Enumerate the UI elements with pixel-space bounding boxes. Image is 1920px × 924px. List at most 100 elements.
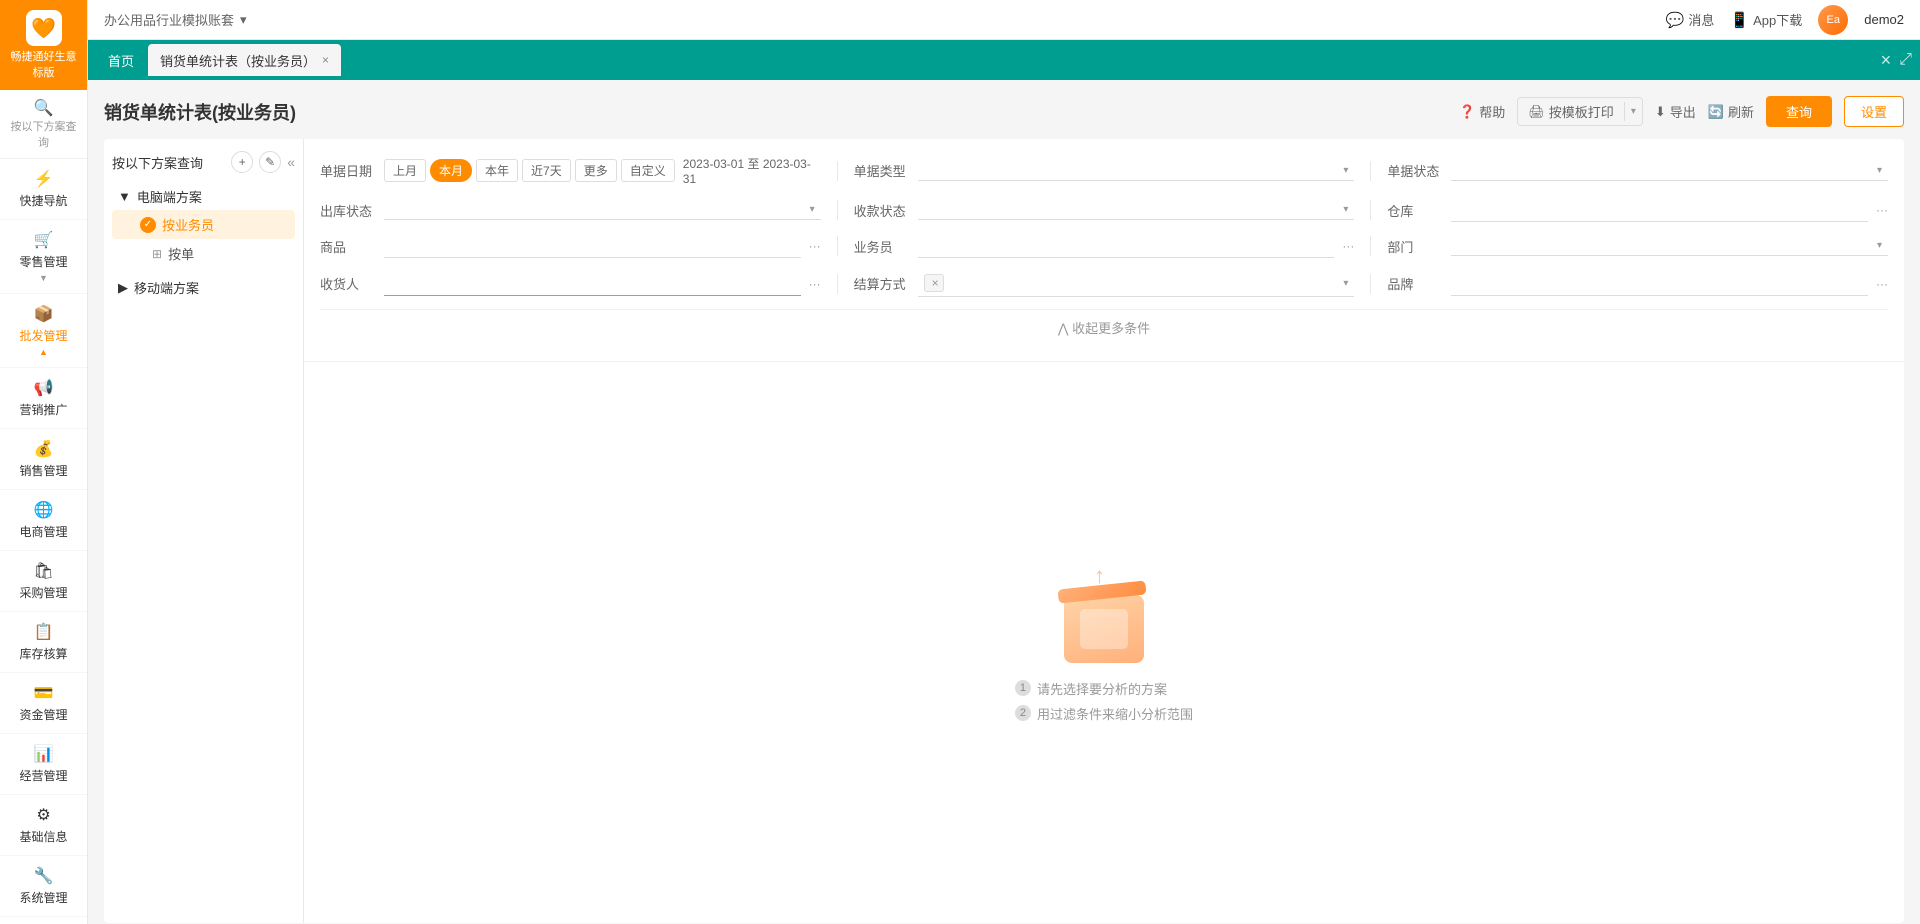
consignee-more-icon[interactable]: ··· — [809, 277, 821, 291]
group-mobile-label: 移动端方案 — [134, 278, 199, 297]
sidebar-item-enterprise[interactable]: 🤝 企业协同 — [0, 917, 87, 924]
tab-close-all-button[interactable]: × — [1881, 50, 1892, 71]
sales-label: 销售管理 — [19, 462, 67, 479]
out-status-select[interactable]: ▾ — [384, 200, 821, 220]
operations-label: 经营管理 — [19, 767, 67, 784]
print-icon: 🖨 — [1528, 104, 1545, 120]
tip-item-1: 1 请先选择要分析的方案 — [1015, 679, 1193, 698]
tab-close-icon[interactable]: × — [322, 53, 329, 67]
group-arrow-collapsed-icon: ▶ — [118, 280, 128, 296]
query-button[interactable]: 查询 — [1766, 96, 1832, 127]
export-button[interactable]: ⬇ 导出 — [1655, 102, 1696, 121]
print-dropdown[interactable]: 🖨 按模板打印 ▾ — [1517, 97, 1643, 126]
consignee-input[interactable] — [384, 272, 801, 296]
department-select[interactable]: ▾ — [1451, 236, 1888, 256]
refresh-button[interactable]: 🔄 刷新 — [1708, 102, 1754, 121]
sidebar-item-purchase[interactable]: 🛍 采购管理 — [0, 551, 87, 612]
wholesale-icon: 📦 — [34, 304, 54, 324]
filter-warehouse: 仓库 ··· — [1387, 198, 1888, 222]
payment-status-select[interactable]: ▾ — [918, 200, 1355, 220]
tab-bar-controls: × ⤢ — [1881, 50, 1912, 71]
collapse-conditions-button[interactable]: ⋀ 收起更多条件 — [320, 309, 1888, 345]
date-btn-7days[interactable]: 近7天 — [522, 159, 571, 182]
salesperson-input[interactable] — [918, 234, 1335, 258]
ecommerce-label: 电商管理 — [19, 523, 67, 540]
brand-label: 品牌 — [1387, 274, 1443, 293]
goods-more-icon[interactable]: ··· — [809, 239, 821, 253]
edit-scheme-button[interactable]: ✎ — [259, 151, 281, 173]
scheme-item-order[interactable]: ⊞ 按单 — [112, 239, 295, 268]
brand-more-icon[interactable]: ··· — [1876, 277, 1888, 291]
tab-sales-stats[interactable]: 销货单统计表（按业务员） × — [148, 44, 341, 76]
add-scheme-button[interactable]: + — [231, 151, 253, 173]
print-button[interactable]: 🖨 按模板打印 — [1518, 98, 1624, 125]
warehouse-more-icon[interactable]: ··· — [1876, 203, 1888, 217]
sidebar-item-shortcut[interactable]: ⚡ 快捷导航 — [0, 159, 87, 220]
inventory-icon: 📋 — [34, 622, 54, 642]
doc-type-arrow: ▾ — [1343, 165, 1348, 176]
filter-divider-6 — [1370, 236, 1371, 256]
sidebar-item-basic[interactable]: ⚙ 基础信息 — [0, 795, 87, 856]
tab-home[interactable]: 首页 — [96, 44, 146, 76]
tip-num-2: 2 — [1015, 705, 1031, 721]
settlement-tag-close[interactable]: × — [932, 276, 939, 290]
date-btn-lastmonth[interactable]: 上月 — [384, 159, 426, 182]
filter-divider-3 — [837, 200, 838, 220]
breadcrumb-arrow[interactable]: ▾ — [240, 12, 247, 28]
sidebar-item-marketing[interactable]: 📢 营销推广 — [0, 368, 87, 429]
app-logo[interactable]: 🧡 畅捷通好生意 标版 — [0, 0, 87, 90]
wholesale-label: 批发管理 — [19, 327, 67, 344]
date-btn-more[interactable]: 更多 — [575, 159, 617, 182]
scheme-item-salesperson[interactable]: ✓ 按业务员 — [112, 210, 295, 239]
export-label: 导出 — [1670, 102, 1696, 121]
doc-type-select[interactable]: ▾ — [918, 161, 1355, 181]
salesperson-label: 业务员 — [854, 237, 910, 256]
system-icon: 🔧 — [34, 866, 54, 886]
tab-maximize-button[interactable]: ⤢ — [1899, 51, 1912, 69]
collapse-panel-button[interactable]: « — [287, 154, 295, 170]
payment-status-label: 收款状态 — [854, 201, 910, 220]
filter-doc-type: 单据类型 ▾ — [854, 161, 1355, 181]
print-dropdown-arrow[interactable]: ▾ — [1624, 102, 1642, 121]
user-avatar[interactable]: Ea — [1818, 5, 1848, 35]
goods-input[interactable] — [384, 234, 801, 258]
finance-label: 资金管理 — [19, 706, 67, 723]
message-button[interactable]: 💬 消息 — [1666, 10, 1715, 29]
app-download-button[interactable]: 📱 App下载 — [1730, 10, 1802, 29]
date-btn-thisyear[interactable]: 本年 — [476, 159, 518, 182]
left-panel: 按以下方案查询 + ✎ « ▼ 电脑端方案 — [104, 139, 304, 923]
sidebar-search[interactable]: 🔍 按以下方案查询 — [0, 90, 87, 159]
warehouse-input[interactable] — [1451, 198, 1868, 222]
salesperson-more-icon[interactable]: ··· — [1342, 239, 1354, 253]
sidebar-item-wholesale[interactable]: 📦 批发管理 ▲ — [0, 294, 87, 368]
wholesale-arrow: ▲ — [39, 347, 48, 357]
user-name[interactable]: demo2 — [1864, 12, 1904, 27]
sidebar-item-system[interactable]: 🔧 系统管理 — [0, 856, 87, 917]
brand-input[interactable] — [1451, 272, 1868, 296]
help-label: 帮助 — [1479, 102, 1505, 121]
sidebar-item-operations[interactable]: 📊 经营管理 — [0, 734, 87, 795]
out-status-label: 出库状态 — [320, 201, 376, 220]
settings-button[interactable]: 设置 — [1844, 96, 1904, 127]
scheme-group-desktop-title[interactable]: ▼ 电脑端方案 — [112, 183, 295, 210]
scheme-group-mobile-title[interactable]: ▶ 移动端方案 — [112, 274, 295, 301]
edit-icon: ✎ — [265, 155, 275, 169]
sidebar-item-finance[interactable]: 💳 资金管理 — [0, 673, 87, 734]
sidebar-item-retail[interactable]: 🛒 零售管理 ▼ — [0, 220, 87, 294]
top-header: 办公用品行业模拟账套 ▾ 💬 消息 📱 App下载 Ea demo2 — [88, 0, 1920, 40]
doc-type-label: 单据类型 — [854, 161, 910, 180]
retail-label: 零售管理 — [19, 253, 67, 270]
consignee-label: 收货人 — [320, 274, 376, 293]
help-button[interactable]: ❓ 帮助 — [1459, 102, 1505, 121]
sidebar-item-ecommerce[interactable]: 🌐 电商管理 — [0, 490, 87, 551]
sidebar-item-inventory[interactable]: 📋 库存核算 — [0, 612, 87, 673]
filter-row-3: 商品 ··· 业务员 ··· 部门 — [320, 234, 1888, 258]
sidebar-item-sales[interactable]: 💰 销售管理 — [0, 429, 87, 490]
filter-goods: 商品 ··· — [320, 234, 821, 258]
date-btn-thismonth[interactable]: 本月 — [430, 159, 472, 182]
message-icon: 💬 — [1666, 11, 1685, 29]
settlement-select[interactable]: × ▾ — [918, 270, 1355, 297]
date-range-display: 2023-03-01 至 2023-03-31 — [683, 155, 821, 186]
doc-status-select[interactable]: ▾ — [1451, 161, 1888, 181]
date-btn-custom[interactable]: 自定义 — [621, 159, 675, 182]
